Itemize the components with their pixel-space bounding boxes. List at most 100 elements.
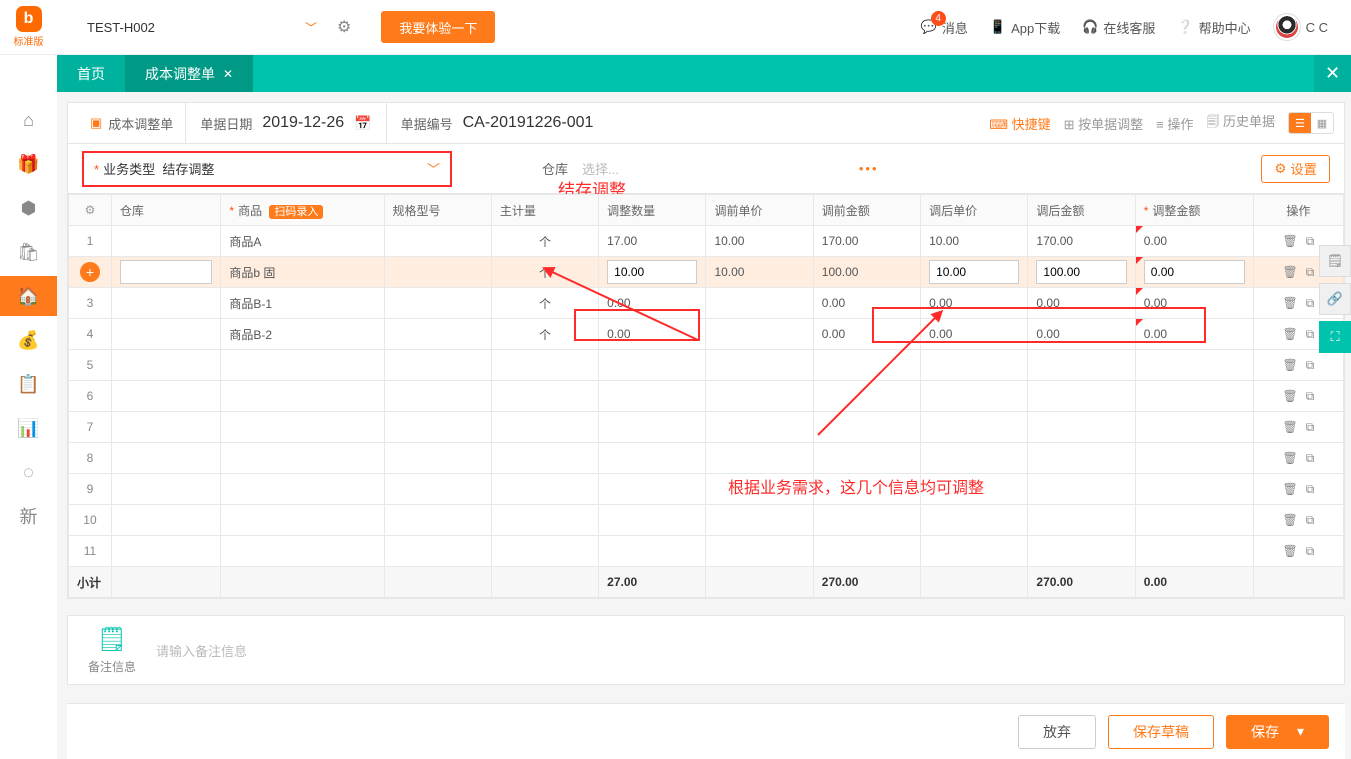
delete-icon[interactable]: 🗑	[1282, 451, 1297, 465]
sidebar-item-gift[interactable]: 🎁	[9, 144, 49, 184]
scan-button[interactable]: 扫码录入	[269, 205, 323, 219]
sidebar-item-clipboard[interactable]: 📋	[9, 364, 49, 404]
user-menu[interactable]: C C	[1273, 13, 1328, 41]
table-row[interactable]: 1商品A个17.0010.00170.0010.00170.000.00🗑⧉	[69, 226, 1344, 257]
warehouse-input[interactable]	[120, 260, 212, 284]
brand-icon: b	[16, 6, 42, 32]
link-tool-icon[interactable]: 🔗	[1319, 283, 1351, 315]
table-row[interactable]: 5🗑⧉	[69, 350, 1344, 381]
note-tool-icon[interactable]: 🗒	[1319, 245, 1351, 277]
delete-icon[interactable]: 🗑	[1282, 234, 1297, 248]
doc-number: 单据编号 CA-20191226-001	[387, 103, 608, 143]
copy-icon[interactable]: ⧉	[1306, 234, 1315, 248]
sidebar-item-house[interactable]: ⬢	[9, 188, 49, 228]
tab-cost-adjust[interactable]: 成本调整单 ✕	[125, 55, 253, 92]
avatar	[1273, 13, 1301, 41]
sidebar-item-new[interactable]: 新	[9, 496, 49, 536]
document-icon: ▣	[90, 115, 102, 131]
calendar-icon: 📅	[354, 115, 371, 132]
copy-icon[interactable]: ⧉	[1306, 296, 1315, 310]
table-row[interactable]: +商品b 固个10.00100.00🗑⧉	[69, 257, 1344, 288]
doc-date[interactable]: 单据日期 2019-12-26 📅	[186, 103, 386, 143]
table-row[interactable]: 3商品B-1个0.000.000.000.000.00🗑⧉	[69, 288, 1344, 319]
gear-icon[interactable]: ⚙	[337, 17, 351, 37]
help-icon: ❔	[1177, 19, 1193, 35]
table-row[interactable]: 4商品B-2个0.000.000.000.000.00🗑⧉	[69, 319, 1344, 350]
org-selector[interactable]: TEST-H002 ﹀	[77, 11, 327, 43]
top-header: b 标准版 TEST-H002 ﹀ ⚙ 我要体验一下 💬 4 消息 📱 App下…	[0, 0, 1351, 55]
sidebar-item-money[interactable]: 💰	[9, 320, 49, 360]
table-row[interactable]: 11🗑⧉	[69, 536, 1344, 567]
business-type-select[interactable]: *业务类型 结存调整 ﹀	[82, 151, 452, 187]
data-table: 根据业务需求，这几个信息均可调整 ⚙ 仓库 *商品 扫码录入 规格型号 主计量 …	[67, 194, 1345, 599]
copy-icon[interactable]: ⧉	[1306, 482, 1315, 496]
gear-icon[interactable]: ⚙	[85, 203, 96, 217]
cta-button[interactable]: 我要体验一下	[381, 11, 495, 43]
footer-actions: 放弃 保存草稿 保存▾	[67, 703, 1345, 759]
sidebar-item-warehouse[interactable]: 🏠	[0, 276, 57, 316]
table-row[interactable]: 7🗑⧉	[69, 412, 1344, 443]
service-link[interactable]: 🎧 在线客服	[1082, 18, 1155, 37]
sidebar-item-bag[interactable]: 🛍	[9, 232, 49, 272]
chevron-down-icon: ▾	[1297, 723, 1304, 740]
save-button[interactable]: 保存▾	[1226, 715, 1329, 749]
delete-icon[interactable]: 🗑	[1282, 513, 1297, 527]
table-row[interactable]: 6🗑⧉	[69, 381, 1344, 412]
warehouse-label: 仓库	[542, 159, 568, 178]
view-grid-icon[interactable]: ▦	[1311, 113, 1333, 133]
document-header: ▣ 成本调整单 单据日期 2019-12-26 📅 单据编号 CA-201912…	[67, 102, 1345, 144]
copy-icon[interactable]: ⧉	[1306, 420, 1315, 434]
view-toggle[interactable]: ☰ ▦	[1288, 112, 1334, 134]
close-icon[interactable]: ✕	[223, 67, 233, 81]
delete-icon[interactable]: 🗑	[1282, 389, 1297, 403]
postamt-input[interactable]	[1036, 260, 1126, 284]
add-row-icon[interactable]: +	[80, 262, 100, 282]
history-link[interactable]: 🗐 历史单据	[1206, 111, 1275, 135]
messages-link[interactable]: 💬 4 消息	[921, 18, 968, 37]
settings-button[interactable]: ⚙设置	[1261, 155, 1330, 183]
operations-menu[interactable]: ≡ 操作	[1156, 114, 1193, 133]
expand-tool-icon[interactable]: ⛶	[1319, 321, 1351, 353]
copy-icon[interactable]: ⧉	[1306, 358, 1315, 372]
save-draft-button[interactable]: 保存草稿	[1108, 715, 1214, 749]
table-row[interactable]: 9🗑⧉	[69, 474, 1344, 505]
postprice-input[interactable]	[929, 260, 1019, 284]
discard-button[interactable]: 放弃	[1018, 715, 1096, 749]
close-all-tabs[interactable]: ✕	[1314, 55, 1351, 92]
adjamt-input[interactable]	[1144, 260, 1245, 284]
tab-home[interactable]: 首页	[57, 55, 125, 92]
delete-icon[interactable]: 🗑	[1282, 544, 1297, 558]
sidebar-item-sync[interactable]: ◌	[9, 452, 49, 492]
qty-input[interactable]	[607, 260, 697, 284]
user-name: C C	[1306, 20, 1328, 35]
table-row[interactable]: 8🗑⧉	[69, 443, 1344, 474]
delete-icon[interactable]: 🗑	[1282, 265, 1297, 279]
copy-icon[interactable]: ⧉	[1306, 327, 1315, 341]
adjust-by-bill[interactable]: ⊞ 按单据调整	[1064, 114, 1144, 133]
copy-icon[interactable]: ⧉	[1306, 389, 1315, 403]
hotkey-link[interactable]: ⌨ 快捷键	[989, 114, 1050, 133]
headset-icon: 🎧	[1082, 19, 1098, 35]
warehouse-select[interactable]: 选择...	[582, 159, 619, 178]
table-row[interactable]: 10🗑⧉	[69, 505, 1344, 536]
copy-icon[interactable]: ⧉	[1306, 544, 1315, 558]
document-tab[interactable]: ▣ 成本调整单	[78, 103, 186, 143]
remark-input[interactable]: 请输入备注信息	[156, 641, 1324, 660]
delete-icon[interactable]: 🗑	[1282, 420, 1297, 434]
delete-icon[interactable]: 🗑	[1282, 327, 1297, 341]
delete-icon[interactable]: 🗑	[1282, 358, 1297, 372]
delete-icon[interactable]: 🗑	[1282, 482, 1297, 496]
brand-logo[interactable]: b 标准版	[0, 0, 57, 54]
app-download-link[interactable]: 📱 App下载	[990, 18, 1060, 37]
sidebar-item-home[interactable]: ⌂	[9, 100, 49, 140]
msg-badge: 4	[931, 11, 946, 26]
more-icon[interactable]: •••	[859, 161, 879, 176]
messages-label: 消息	[942, 18, 968, 37]
sidebar-item-report[interactable]: 📊	[9, 408, 49, 448]
copy-icon[interactable]: ⧉	[1306, 265, 1315, 279]
copy-icon[interactable]: ⧉	[1306, 451, 1315, 465]
copy-icon[interactable]: ⧉	[1306, 513, 1315, 527]
view-list-icon[interactable]: ☰	[1289, 113, 1311, 133]
delete-icon[interactable]: 🗑	[1282, 296, 1297, 310]
help-link[interactable]: ❔ 帮助中心	[1177, 18, 1250, 37]
